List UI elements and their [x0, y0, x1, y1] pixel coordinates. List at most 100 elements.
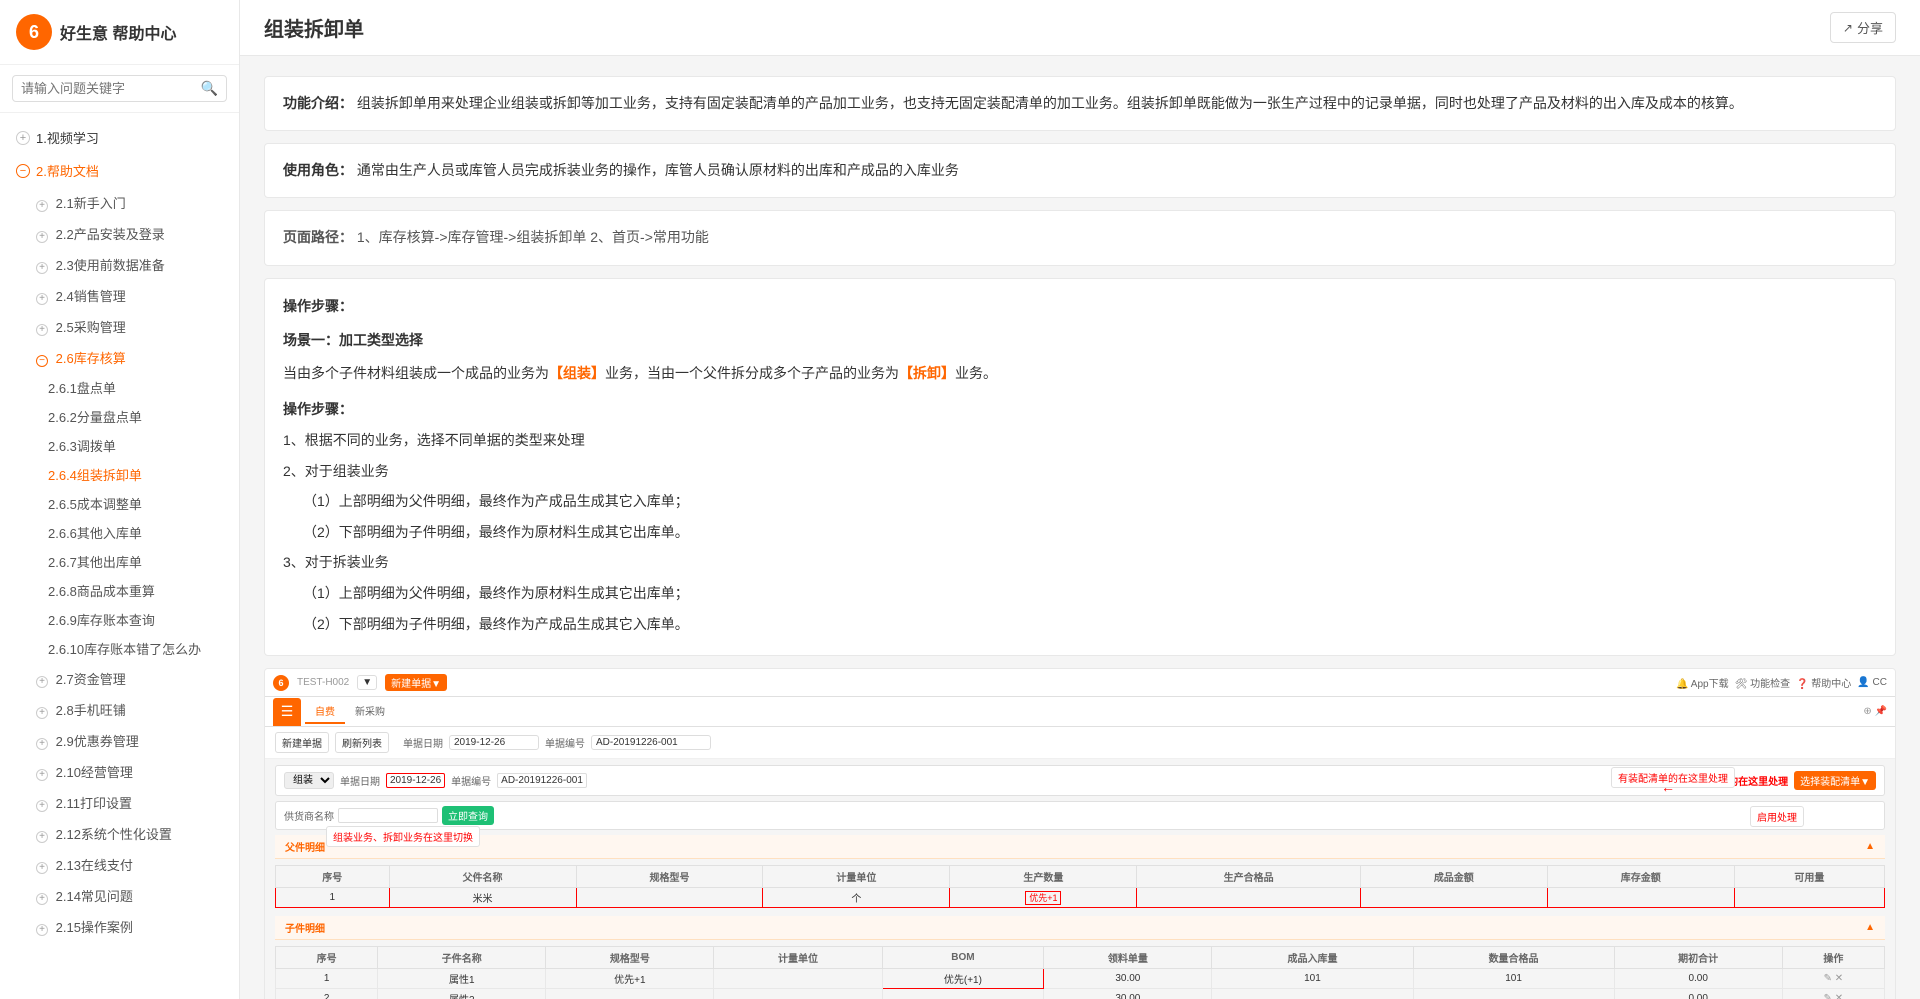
sidebar-item-purchase[interactable]: + 2.5采购管理 — [36, 311, 239, 342]
step1: 1、根据不同的业务，选择不同单据的类型来处理 — [283, 427, 1877, 454]
table-row: 1属性1优先+1优先(+1)30.001011010.00✎ ✕ — [276, 969, 1885, 989]
sidebar-item-assembly[interactable]: 2.6.4组装拆卸单 — [48, 460, 239, 489]
mock-no-field[interactable]: AD-20191226-001 — [591, 735, 711, 750]
intro-text: 组装拆卸单用来处理企业组装或拆卸等加工业务，支持有固定装配清单的产品加工业务，也… — [357, 95, 1743, 111]
mock-tabs: ☰ 自费 新采购 ⊕ 📌 — [265, 697, 1895, 727]
mock-parent-table-container: 序号 父件名称 规格型号 计量单位 生产数量 生产合格品 成品金额 库存金额 可… — [275, 861, 1885, 912]
mock-new-btn[interactable]: 新建单据▼ — [385, 674, 447, 691]
main-area: 组装拆卸单 ↗ 分享 功能介绍： 组装拆卸单用来处理企业组装或拆卸等加工业务，支… — [240, 0, 1920, 999]
col-stock-amt: 库存金额 — [1547, 866, 1734, 888]
nav-sub-sub-inventory: 2.6.1盘点单 2.6.2分量盘点单 2.6.3调拨单 2.6.4组装拆卸单 … — [36, 373, 239, 663]
plus-icon-23: + — [36, 262, 48, 274]
mock-search-label: 供货商名称 — [284, 808, 334, 823]
mock-breadcrumb: TEST-H002 — [297, 677, 349, 688]
sidebar-item-business[interactable]: + 2.10经营管理 — [36, 756, 239, 787]
path-label: 页面路径： — [283, 229, 353, 245]
mock-date-box[interactable]: 2019-12-26 — [386, 773, 445, 788]
mock-date-label2: 单据日期 — [340, 773, 380, 788]
sidebar-item-finance[interactable]: + 2.7资金管理 — [36, 663, 239, 694]
path-block: 页面路径： 1、库存核算->库存管理->组装拆卸单 2、首页->常用功能 — [264, 210, 1896, 265]
col-product-amt: 成品金额 — [1360, 866, 1547, 888]
sidebar-item-help-docs[interactable]: − 2.帮助文档 — [0, 154, 239, 187]
mock-child-label: 子件明细 — [285, 920, 325, 935]
share-icon: ↗ — [1843, 21, 1853, 35]
sidebar: 6 好生意 帮助中心 🔍 + 1.视频学习 − 2.帮助文档 + 2 — [0, 0, 240, 999]
sidebar-item-install[interactable]: + 2.2产品安装及登录 — [36, 218, 239, 249]
table-row: 2属性230.000.00✎ ✕ — [276, 989, 1885, 999]
search-box[interactable]: 🔍 — [12, 75, 227, 102]
mock-select-bom-btn[interactable]: 选择装配清单▼ — [1794, 771, 1876, 790]
annotation-switch: 组装业务、拆卸业务在这里切换 — [326, 826, 480, 847]
mock-collapse-parent[interactable]: ▲ — [1865, 841, 1875, 852]
plus-icon-215: + — [36, 924, 48, 936]
mock-no-box[interactable]: AD-20191226-001 — [497, 773, 587, 788]
logo-area: 6 好生意 帮助中心 — [0, 0, 239, 65]
mock-logo: 6 — [273, 675, 289, 691]
sidebar-item-print[interactable]: + 2.11打印设置 — [36, 787, 239, 818]
sidebar-item-inventory-error[interactable]: 2.6.10库存账本错了怎么办 — [48, 634, 239, 663]
mock-screen: 6 TEST-H002 ▼ 新建单据▼ 🔔 App下载 🛠 功能检查 ❓ 帮助中… — [265, 669, 1895, 999]
plus-icon: + — [16, 131, 30, 145]
mock-btn-new[interactable]: 新建单据 — [275, 732, 329, 753]
search-input[interactable] — [21, 81, 201, 96]
sidebar-item-other-inbound[interactable]: 2.6.6其他入库单 — [48, 518, 239, 547]
annotation-enable: 启用处理 — [1750, 806, 1804, 827]
nav-list: + 1.视频学习 − 2.帮助文档 + 2.1新手入门 + 2.2产品安装及登录 — [0, 113, 239, 999]
mock-parent-label: 父件明细 — [285, 839, 325, 854]
mock-no-label2: 单据编号 — [451, 773, 491, 788]
sidebar-item-newbie[interactable]: + 2.1新手入门 — [36, 187, 239, 218]
mock-child-table-container: 序号 子件名称 规格型号 计量单位 BOM 领料单量 成品入库量 数量合格品 期… — [275, 942, 1885, 999]
nav-group-1: + 1.视频学习 — [0, 121, 239, 154]
step2-1: （1）上部明细为父件明细，最终作为产成品生成其它入库单； — [283, 488, 1877, 515]
sidebar-item-video-learning[interactable]: + 1.视频学习 — [0, 121, 239, 154]
mock-form-toolbar: 新建单据 刷新列表 单据日期 2019-12-26 单据编号 AD-201912… — [265, 727, 1895, 759]
sidebar-item-transfer[interactable]: 2.6.3调拨单 — [48, 431, 239, 460]
mock-btn-refresh[interactable]: 刷新列表 — [335, 732, 389, 753]
intro-label: 功能介绍： — [283, 95, 353, 111]
sidebar-item-other-outbound[interactable]: 2.6.7其他出库单 — [48, 547, 239, 576]
mock-form-body: 有装配清单的在这里处理 ← 组装 拆卸 单据日期 2019-12-26 单据编号… — [265, 759, 1895, 999]
mock-search-row: 供货商名称 立即查询 组装业务、拆卸业务在这里切换 启用处理 — [275, 801, 1885, 830]
search-area: 🔍 — [0, 65, 239, 113]
app-name: 好生意 帮助中心 — [60, 20, 176, 44]
mock-confirm-btn[interactable]: 立即查询 — [442, 806, 494, 825]
mock-tab-purchase[interactable]: 新采购 — [345, 699, 395, 724]
mock-section-child: 子件明细 ▲ — [275, 916, 1885, 940]
sidebar-item-payment[interactable]: + 2.13在线支付 — [36, 849, 239, 880]
sidebar-item-inventory-query[interactable]: 2.6.9库存账本查询 — [48, 605, 239, 634]
mock-collapse-child[interactable]: ▲ — [1865, 922, 1875, 933]
sidebar-item-mobile[interactable]: + 2.8手机旺铺 — [36, 694, 239, 725]
mock-tab-icons: ⊕ 📌 — [1863, 706, 1887, 717]
plus-icon-212: + — [36, 831, 48, 843]
sidebar-item-faq[interactable]: + 2.14常见问题 — [36, 880, 239, 911]
mock-org-select[interactable]: ▼ — [357, 675, 377, 690]
col-prod-qty: 生产数量 — [950, 866, 1137, 888]
sidebar-item-cost-recalc[interactable]: 2.6.8商品成本重算 — [48, 576, 239, 605]
mock-search-field[interactable] — [338, 808, 438, 823]
mock-toolbar-icons: 新建单据▼ — [385, 674, 447, 691]
col-unit: 计量单位 — [763, 866, 950, 888]
sidebar-item-data-prep[interactable]: + 2.3使用前数据准备 — [36, 249, 239, 280]
annotation-arrow-bom: ← — [1661, 779, 1675, 795]
mock-tab-own[interactable]: 自费 — [305, 699, 345, 724]
row-action[interactable]: ✎ ✕ — [1782, 969, 1884, 989]
row-action[interactable]: ✎ ✕ — [1782, 989, 1884, 999]
path-text: 1、库存核算->库存管理->组装拆卸单 2、首页->常用功能 — [357, 229, 709, 245]
sidebar-item-coupon[interactable]: + 2.9优惠券管理 — [36, 725, 239, 756]
step3-1: （1）上部明细为父件明细，最终作为原材料生成其它出库单； — [283, 580, 1877, 607]
sidebar-item-stocktake[interactable]: 2.6.1盘点单 — [48, 373, 239, 402]
table-row: 1 米米 个 优先+1 — [276, 888, 1885, 908]
step3: 3、对于拆装业务 — [283, 549, 1877, 576]
mock-menu-icon[interactable]: ☰ — [273, 698, 301, 726]
sidebar-item-cost-adjust[interactable]: 2.6.5成本调整单 — [48, 489, 239, 518]
sidebar-item-partial-stocktake[interactable]: 2.6.2分量盘点单 — [48, 402, 239, 431]
share-button[interactable]: ↗ 分享 — [1830, 12, 1896, 43]
search-button[interactable]: 🔍 — [201, 80, 218, 97]
sidebar-item-inventory[interactable]: − 2.6库存核算 — [36, 342, 239, 373]
mock-date-field[interactable]: 2019-12-26 — [449, 735, 539, 750]
sidebar-item-sales[interactable]: + 2.4销售管理 — [36, 280, 239, 311]
sidebar-item-custom[interactable]: + 2.12系统个性化设置 — [36, 818, 239, 849]
mock-type-select[interactable]: 组装 拆卸 — [284, 772, 334, 789]
sidebar-item-cases[interactable]: + 2.15操作案例 — [36, 911, 239, 942]
col-available: 可用量 — [1734, 866, 1884, 888]
